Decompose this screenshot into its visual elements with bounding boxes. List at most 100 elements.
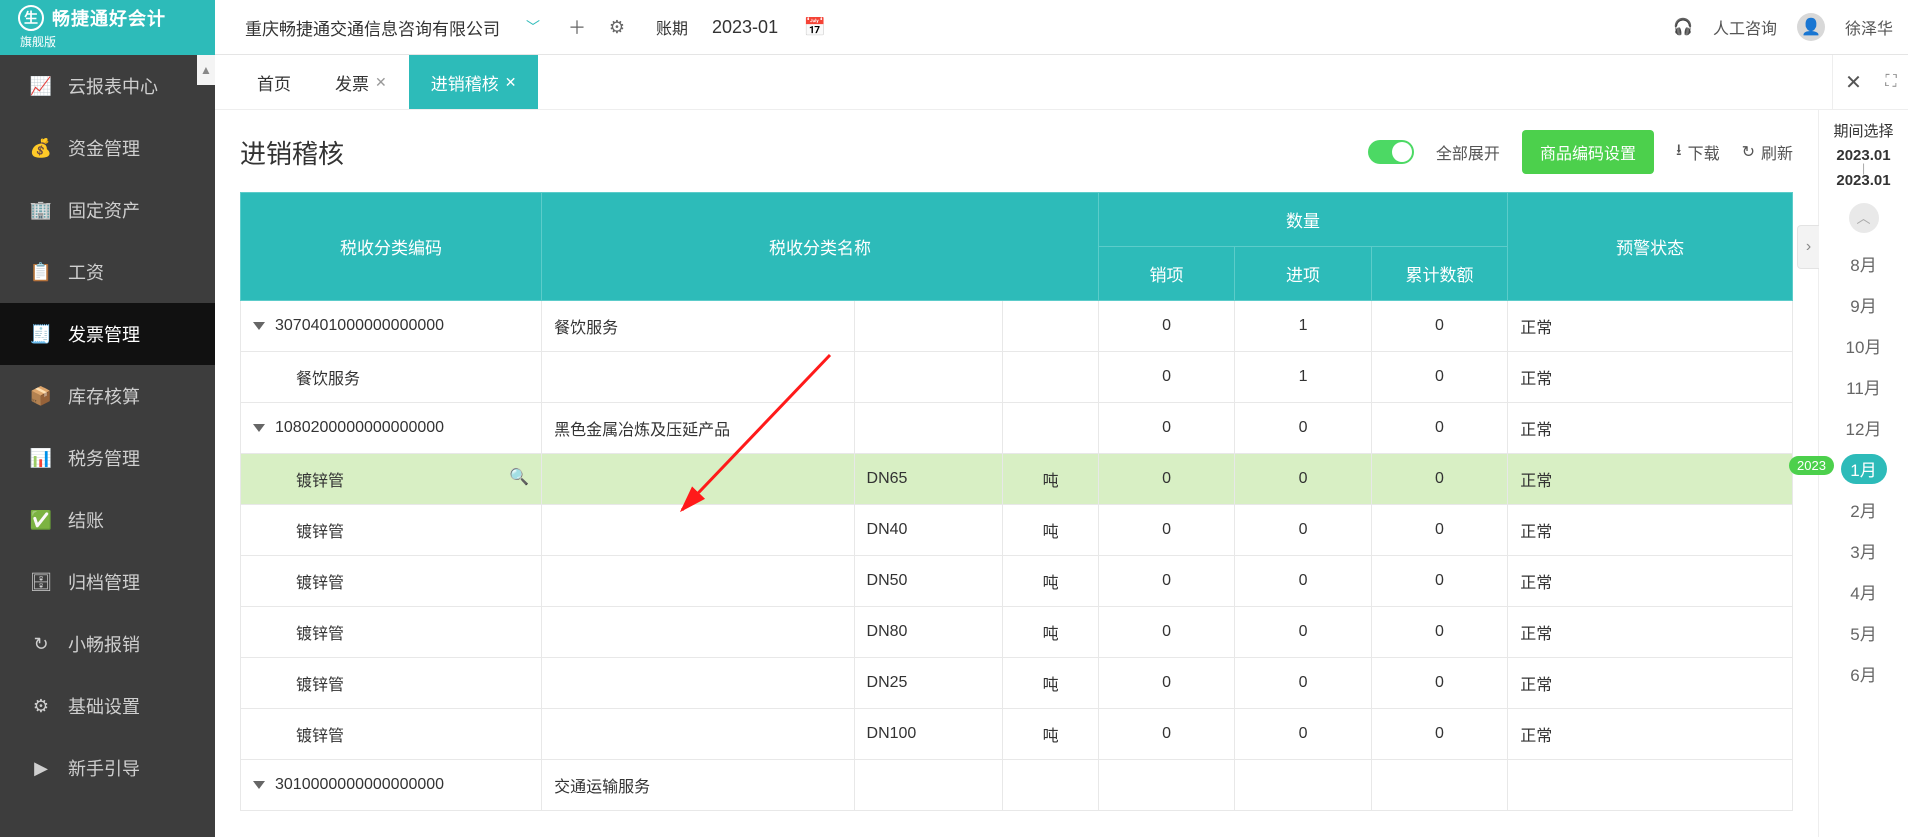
sidebar-item-0[interactable]: 📈云报表中心: [0, 55, 215, 117]
sidebar-icon: 🗄: [30, 572, 52, 593]
table-row[interactable]: 镀锌管DN100吨000正常: [241, 709, 1793, 760]
sidebar-icon: 📈: [30, 76, 52, 97]
tab-1[interactable]: 发票✕: [313, 55, 409, 109]
user-name[interactable]: 徐泽华: [1845, 15, 1893, 39]
refresh-icon: ↻: [1742, 142, 1755, 162]
cell-unit: 吨: [1003, 709, 1098, 760]
cell-purchase: 1: [1235, 301, 1371, 352]
rail-collapse-icon[interactable]: ›: [1797, 225, 1819, 269]
cell-code: 镀锌管: [241, 709, 542, 760]
sidebar-item-2[interactable]: 🏢固定资产: [0, 179, 215, 241]
topbar: 重庆畅捷通交通信息咨询有限公司 ﹀ ＋ ⚙ 账期 2023-01 📅 🎧 人工咨…: [0, 0, 1908, 55]
expand-icon[interactable]: [253, 781, 265, 789]
cell-warn: 正常: [1508, 607, 1793, 658]
sidebar-item-3[interactable]: 📋工资: [0, 241, 215, 303]
table-row[interactable]: 镀锌管DN25吨000正常: [241, 658, 1793, 709]
month-5月[interactable]: 5月: [1819, 612, 1908, 653]
rail-up-icon[interactable]: ︿: [1849, 203, 1879, 233]
tab-2[interactable]: 进销稽核✕: [409, 55, 539, 109]
sidebar-icon: ✅: [30, 510, 52, 531]
expand-toggle[interactable]: [1368, 140, 1414, 164]
month-12月[interactable]: 12月: [1819, 407, 1908, 448]
sidebar-item-5[interactable]: 📦库存核算: [0, 365, 215, 427]
expand-label: 全部展开: [1436, 140, 1500, 164]
cell-spec: [854, 301, 1003, 352]
tab-0[interactable]: 首页: [235, 55, 313, 109]
period-rail: › 期间选择 2023.01 | 2023.01 ︿ 8月9月10月11月12月…: [1818, 110, 1908, 837]
sidebar-item-7[interactable]: ✅结账: [0, 489, 215, 551]
calendar-icon[interactable]: 📅: [804, 16, 826, 38]
table-row[interactable]: 3070401000000000000餐饮服务010正常: [241, 301, 1793, 352]
table-row[interactable]: 镀锌管🔍DN65吨000正常: [241, 454, 1793, 505]
cell-spec: DN65: [854, 454, 1003, 505]
expand-icon[interactable]: [253, 424, 265, 432]
cell-unit: [1003, 352, 1098, 403]
sidebar-label: 归档管理: [68, 569, 140, 595]
tab-close-icon[interactable]: ✕: [505, 74, 517, 91]
company-chevron-icon[interactable]: ﹀: [518, 17, 548, 37]
month-11月[interactable]: 11月: [1819, 366, 1908, 407]
refresh-link[interactable]: ↻刷新: [1742, 140, 1793, 164]
sidebar-scroll-up-icon[interactable]: ▲: [197, 55, 215, 85]
sidebar-label: 工资: [68, 259, 104, 285]
sidebar-item-1[interactable]: 💰资金管理: [0, 117, 215, 179]
cell-purchase: 0: [1235, 709, 1371, 760]
sidebar-item-10[interactable]: ⚙基础设置: [0, 675, 215, 737]
table-row[interactable]: 镀锌管DN80吨000正常: [241, 607, 1793, 658]
sidebar-label: 小畅报销: [68, 631, 140, 657]
th-code: 税收分类编码: [241, 193, 542, 301]
cell-cum: 0: [1371, 658, 1507, 709]
cell-name: [542, 607, 854, 658]
cell-cum: 0: [1371, 352, 1507, 403]
month-9月[interactable]: 9月: [1819, 284, 1908, 325]
th-qty: 数量: [1098, 193, 1507, 247]
support-link[interactable]: 人工咨询: [1713, 15, 1777, 39]
search-icon[interactable]: 🔍: [509, 467, 529, 487]
sidebar-item-11[interactable]: ▶新手引导: [0, 737, 215, 799]
tabs-close-button[interactable]: ✕: [1832, 55, 1874, 109]
product-code-button[interactable]: 商品编码设置: [1522, 130, 1654, 174]
content-area: 进销稽核 全部展开 商品编码设置 ⭳下载 ↻刷新 税收分类编码 税收分类名称 数…: [215, 110, 1818, 837]
month-2月[interactable]: 2月: [1819, 489, 1908, 530]
company-selector[interactable]: 重庆畅捷通交通信息咨询有限公司: [245, 15, 500, 40]
period-value[interactable]: 2023-01: [712, 17, 778, 38]
month-1月[interactable]: 1月2023: [1819, 448, 1908, 489]
fullscreen-icon[interactable]: ⛶: [1874, 55, 1908, 109]
month-3月[interactable]: 3月: [1819, 530, 1908, 571]
sidebar-item-6[interactable]: 📊税务管理: [0, 427, 215, 489]
month-8月[interactable]: 8月: [1819, 243, 1908, 284]
cell-warn: 正常: [1508, 709, 1793, 760]
download-link[interactable]: ⭳下载: [1676, 139, 1720, 166]
month-10月[interactable]: 10月: [1819, 325, 1908, 366]
avatar-icon[interactable]: 👤: [1797, 13, 1825, 41]
sidebar-icon: 🏢: [30, 200, 52, 221]
sidebar-item-4[interactable]: 🧾发票管理: [0, 303, 215, 365]
cell-name: 交通运输服务: [542, 760, 854, 811]
th-sales: 销项: [1098, 247, 1234, 301]
table-row[interactable]: 1080200000000000000黑色金属冶炼及压延产品000正常: [241, 403, 1793, 454]
tab-close-icon[interactable]: ✕: [375, 74, 387, 91]
cell-purchase: 0: [1235, 658, 1371, 709]
table-row[interactable]: 3010000000000000000交通运输服务: [241, 760, 1793, 811]
rail-sep: |: [1862, 164, 1865, 172]
cell-spec: [854, 760, 1003, 811]
cell-warn: 正常: [1508, 658, 1793, 709]
rail-title: 期间选择: [1833, 120, 1893, 141]
sidebar-item-8[interactable]: 🗄 归档管理: [0, 551, 215, 613]
add-icon[interactable]: ＋: [566, 16, 588, 38]
table-row[interactable]: 餐饮服务010正常: [241, 352, 1793, 403]
table-row[interactable]: 镀锌管DN50吨000正常: [241, 556, 1793, 607]
table-row[interactable]: 镀锌管DN40吨000正常: [241, 505, 1793, 556]
cell-spec: [854, 352, 1003, 403]
settings-icon[interactable]: ⚙: [606, 16, 628, 38]
brand-logo-icon: 生: [18, 5, 44, 31]
cell-sales: 0: [1098, 658, 1234, 709]
sidebar-item-9[interactable]: ↻小畅报销: [0, 613, 215, 675]
month-4月[interactable]: 4月: [1819, 571, 1908, 612]
expand-icon[interactable]: [253, 322, 265, 330]
brand-name: 畅捷通好会计: [52, 5, 166, 31]
rail-to: 2023.01: [1836, 172, 1890, 189]
month-6月[interactable]: 6月: [1819, 653, 1908, 694]
cell-cum: 0: [1371, 454, 1507, 505]
period-label: 账期: [656, 15, 688, 39]
